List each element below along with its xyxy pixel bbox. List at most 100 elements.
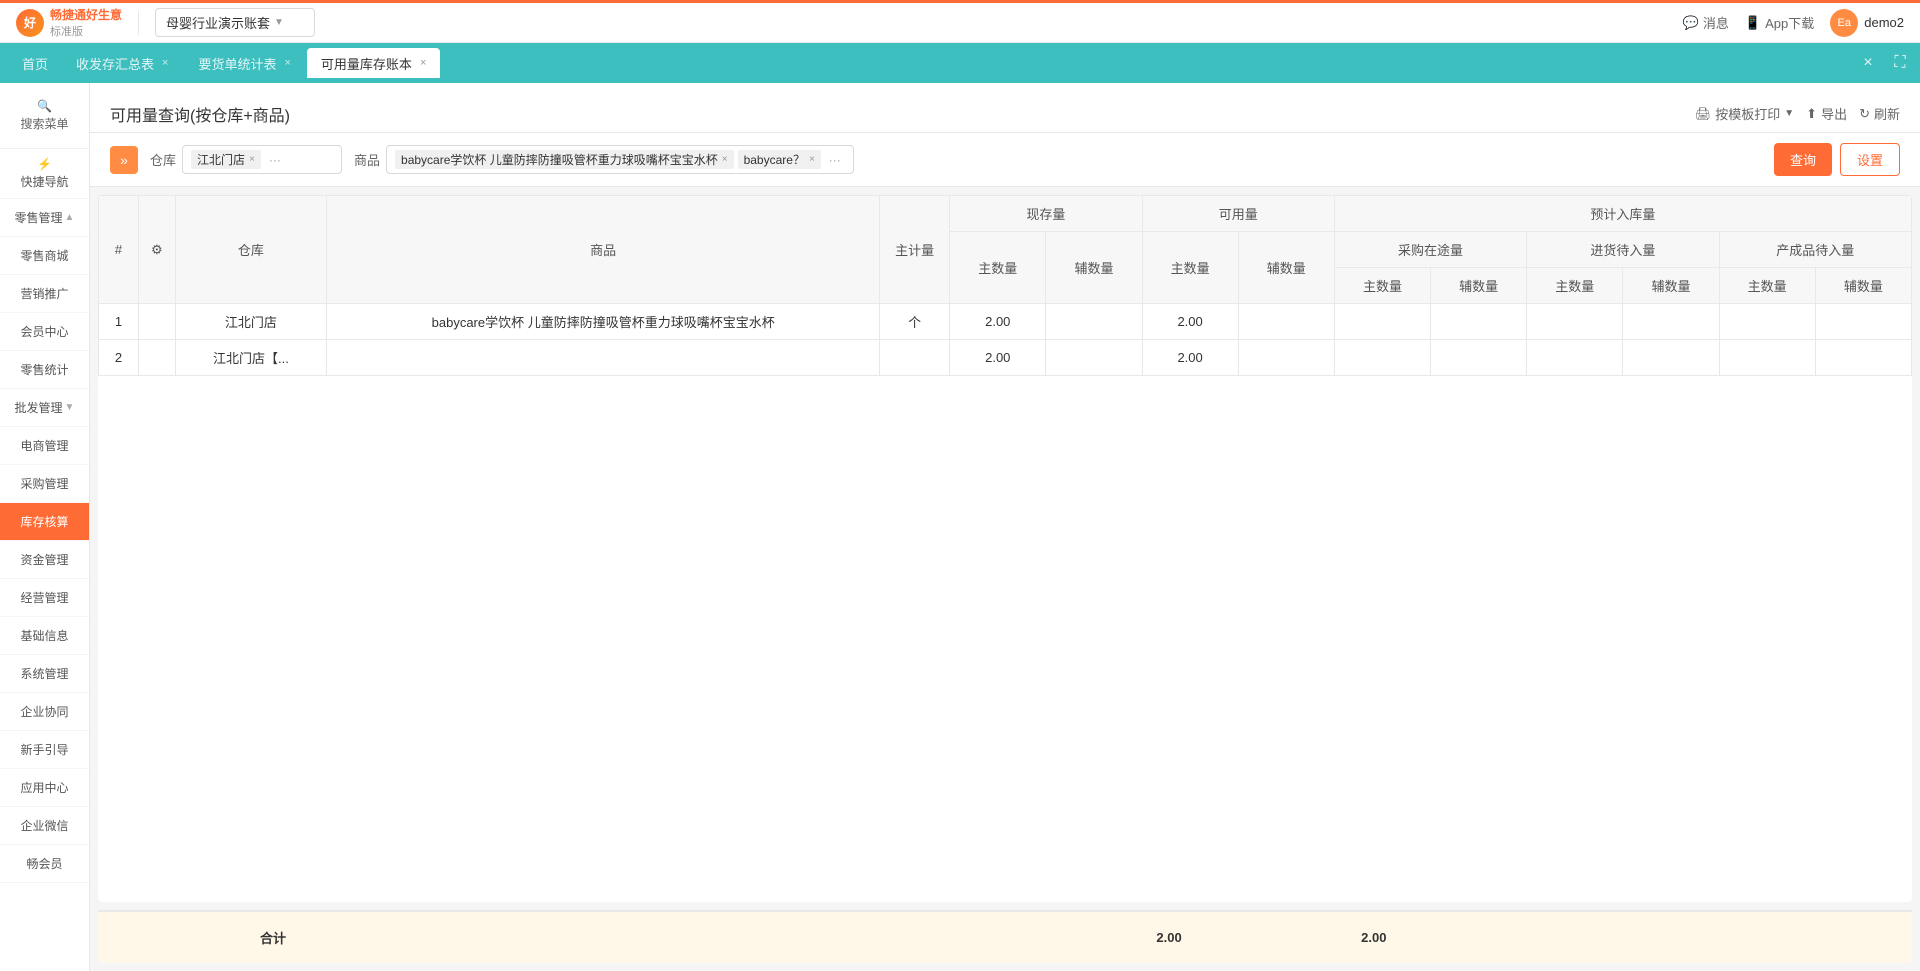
page-header: 可用量查询(按仓库+商品) 🖨 按模板打印 ▼ ⬆ 导出 ↻ 刷新 (90, 83, 1920, 133)
footer-table: 合计 2.00 2.00 (98, 920, 1912, 955)
tab-available[interactable]: 可用量库存账本 × (307, 48, 440, 78)
cell-rownum: 1 (99, 304, 139, 340)
sidebar-item-system[interactable]: 系统管理 (0, 655, 89, 693)
sidebar-item-finance[interactable]: 资金管理 (0, 541, 89, 579)
tab-available-close[interactable]: × (420, 57, 426, 69)
product-tag-2: babycare？ × (738, 150, 821, 169)
org-name: 母婴行业演示账套 (166, 13, 270, 32)
sidebar-retail-mgmt-label: 零售管理 (15, 209, 63, 226)
th-settings[interactable]: ⚙ (139, 196, 176, 304)
th-rownum: # (99, 196, 139, 304)
th-inbound-pending: 进货待入量 (1527, 232, 1719, 268)
th-current-aux-qty: 辅数量 (1046, 232, 1142, 304)
cell-fp-aux (1815, 340, 1911, 376)
sidebar-item-retail-mall[interactable]: 零售商城 (0, 237, 89, 275)
sidebar-item-operations[interactable]: 经营管理 (0, 579, 89, 617)
export-icon: ⬆ (1806, 106, 1817, 122)
sidebar-item-guide[interactable]: 新手引导 (0, 731, 89, 769)
th-fp-main: 主数量 (1719, 268, 1815, 304)
sidebar-item-inventory[interactable]: 库存核算 (0, 503, 89, 541)
warehouse-ellipsis[interactable]: ··· (265, 153, 285, 167)
export-button[interactable]: ⬆ 导出 (1806, 104, 1847, 123)
filter-expand-button[interactable]: » (110, 146, 138, 174)
tab-orders-close[interactable]: × (284, 57, 290, 69)
product-tag-remove[interactable]: × (722, 154, 728, 165)
user-menu[interactable]: Ea demo2 (1830, 9, 1904, 37)
th-avail-aux-qty: 辅数量 (1238, 232, 1334, 304)
tab-receipts-close[interactable]: × (162, 57, 168, 69)
cell-pt-aux (1431, 340, 1527, 376)
sidebar-item-member2[interactable]: 畅会员 (0, 845, 89, 883)
th-avail-main-qty: 主数量 (1142, 232, 1238, 304)
setting-button[interactable]: 设置 (1840, 143, 1900, 176)
table-footer: 合计 2.00 2.00 (98, 910, 1912, 963)
sidebar-item-marketing[interactable]: 营销推广 (0, 275, 89, 313)
sidebar-search-area: 🔍 搜索菜单 (0, 83, 89, 149)
msg-button[interactable]: 💬 消息 (1683, 13, 1729, 32)
org-selector[interactable]: 母婴行业演示账套 ▼ (155, 8, 315, 37)
cell-curr-main: 2.00 (950, 340, 1046, 376)
search-menu-button[interactable]: 🔍 搜索菜单 (8, 93, 81, 138)
sidebar-item-quicknav[interactable]: ⚡ 快捷导航 (0, 149, 89, 199)
tab-orders[interactable]: 要货单统计表 × (184, 48, 304, 78)
logo-area: 好 畅捷通好生意 标准版 (16, 6, 122, 39)
chevron-down-icon: ▼ (274, 17, 284, 28)
logo-icon: 好 (16, 9, 44, 37)
sidebar-item-appstore[interactable]: 应用中心 (0, 769, 89, 807)
expand-icon: » (120, 152, 128, 168)
cell-curr-aux (1046, 340, 1142, 376)
th-fp-aux: 辅数量 (1815, 268, 1911, 304)
sidebar-item-ecommerce[interactable]: 电商管理 (0, 427, 89, 465)
msg-icon: 💬 (1683, 15, 1699, 31)
th-ip-aux: 辅数量 (1623, 268, 1719, 304)
cell-avail-main: 2.00 (1142, 340, 1238, 376)
sidebar-item-retail-stats[interactable]: 零售统计 (0, 351, 89, 389)
sidebar-item-enterprise[interactable]: 企业协同 (0, 693, 89, 731)
cell-avail-aux (1238, 340, 1334, 376)
cell-pt-aux (1431, 304, 1527, 340)
cell-fp-aux (1815, 304, 1911, 340)
th-ip-main: 主数量 (1527, 268, 1623, 304)
tab-home[interactable]: 首页 (8, 48, 62, 78)
logo-sub: 标准版 (50, 23, 122, 39)
avatar: Ea (1830, 9, 1858, 37)
th-forecast-in: 预计入库量 (1334, 196, 1911, 232)
sidebar-item-purchase[interactable]: 采购管理 (0, 465, 89, 503)
template-print-button[interactable]: 🖨 按模板打印 ▼ (1695, 104, 1794, 123)
cell-pt-main (1334, 304, 1430, 340)
table-container: # ⚙ 仓库 商品 主计量 现存量 可用量 预计入库量 主数量 辅数量 (98, 195, 1912, 902)
query-button[interactable]: 查询 (1774, 143, 1832, 176)
cell-settings (139, 340, 176, 376)
refresh-button[interactable]: ↻ 刷新 (1859, 104, 1900, 123)
tab-fullscreen-button[interactable]: ⛶ (1888, 51, 1912, 75)
settings-icon: ⚙ (151, 242, 163, 257)
tab-bar: 首页 收发存汇总表 × 要货单统计表 × 可用量库存账本 × × ⛶ (0, 43, 1920, 83)
tab-orders-label: 要货单统计表 (198, 54, 276, 73)
app-download-button[interactable]: 📱 App下载 (1745, 13, 1814, 32)
sidebar-item-retail-mgmt[interactable]: 零售管理 ▲ (0, 199, 89, 237)
footer-current-main: 2.00 (1100, 920, 1238, 955)
sidebar-item-basic[interactable]: 基础信息 (0, 617, 89, 655)
sidebar-item-wecom[interactable]: 企业微信 (0, 807, 89, 845)
tab-receipts[interactable]: 收发存汇总表 × (62, 48, 182, 78)
product-tag-2-remove[interactable]: × (809, 154, 815, 165)
sidebar-item-member[interactable]: 会员中心 (0, 313, 89, 351)
th-current-main-qty: 主数量 (950, 232, 1046, 304)
username: demo2 (1864, 15, 1904, 30)
warehouse-tag-1: 江北门店 × (191, 150, 261, 169)
sidebar-item-wholesale-mgmt[interactable]: 批发管理 ▼ (0, 389, 89, 427)
tab-close-all-button[interactable]: × (1856, 51, 1880, 75)
cell-fp-main (1719, 340, 1815, 376)
cell-ip-main (1527, 304, 1623, 340)
cell-pt-main (1334, 340, 1430, 376)
sidebar: 🔍 搜索菜单 ⚡ 快捷导航 零售管理 ▲ 零售商城 营销推广 会员中心 零售统计… (0, 83, 90, 971)
cell-ip-main (1527, 340, 1623, 376)
cell-product: babycare学饮杯 儿童防摔防撞吸管杯重力球吸嘴杯宝宝水杯 (327, 304, 880, 340)
top-bar-right: 💬 消息 📱 App下载 Ea demo2 (1683, 9, 1904, 37)
product-label: 商品 (354, 150, 380, 169)
product-ellipsis[interactable]: ··· (825, 153, 845, 167)
warehouse-input[interactable]: 江北门店 × ··· (182, 145, 342, 174)
warehouse-tag-remove[interactable]: × (249, 154, 255, 165)
product-input[interactable]: babycare学饮杯 儿童防摔防撞吸管杯重力球吸嘴杯宝宝水杯 × babyca… (386, 145, 854, 174)
tab-available-label: 可用量库存账本 (321, 54, 412, 73)
